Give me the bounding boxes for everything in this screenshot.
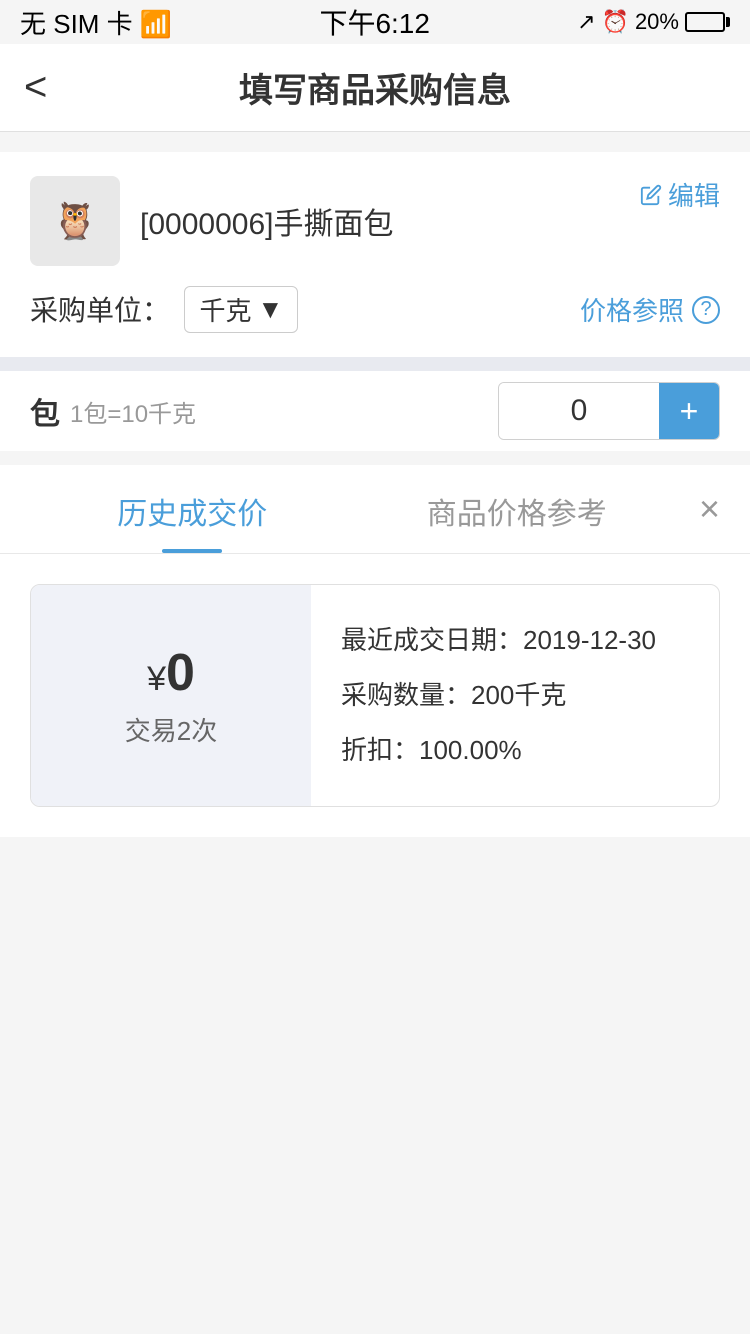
battery-percent: 20% (635, 9, 679, 35)
product-card: 🦉 [0000006]手撕面包 编辑 采购单位： 千克 ▼ 价格参照 ? (0, 152, 750, 357)
history-price-display: ¥0 (147, 643, 195, 703)
product-meta: 采购单位： 千克 ▼ 价格参照 ? (30, 286, 720, 333)
price-symbol: ¥ (147, 660, 166, 698)
alarm-icon: ⏰ (602, 9, 629, 35)
price-ref-button[interactable]: 价格参照 ? (580, 291, 720, 328)
product-header: 🦉 [0000006]手撕面包 编辑 (30, 176, 720, 266)
purchase-qty-value: 200千克 (471, 680, 566, 710)
battery-icon (685, 12, 730, 32)
history-price-section: ¥0 交易2次 (31, 585, 311, 806)
history-card: ¥0 交易2次 最近成交日期：2019-12-30 采购数量：200千克 折扣：… (30, 584, 720, 807)
status-left: 无 SIM 卡 📶 (20, 4, 172, 41)
price-ref-label: 价格参照 (580, 291, 684, 328)
nav-bar: < 填写商品采购信息 (0, 44, 750, 132)
qty-sub-label: 1包=10千克 (70, 394, 498, 429)
page-title: 填写商品采购信息 (239, 63, 511, 112)
product-left: 🦉 [0000006]手撕面包 (30, 176, 393, 266)
qty-input-group: + (498, 382, 720, 440)
unit-value: 千克 (199, 291, 251, 328)
product-name: [0000006]手撕面包 (140, 199, 393, 243)
purchase-qty-row: 采购数量：200千克 (341, 676, 689, 715)
qty-unit-label: 包 (30, 389, 60, 433)
unit-selector[interactable]: 千克 ▼ (184, 286, 298, 333)
status-right: ↗ ⏰ 20% (577, 9, 730, 35)
tab-product-label: 商品价格参考 (427, 498, 607, 531)
qty-plus-button[interactable]: + (659, 383, 719, 439)
edit-button[interactable]: 编辑 (640, 176, 720, 213)
recent-date-label: 最近成交日期： (341, 625, 523, 655)
tab-underline (162, 549, 222, 553)
back-button[interactable]: < (24, 65, 47, 110)
recent-date-value: 2019-12-30 (523, 625, 656, 655)
discount-value: 100.00% (419, 735, 522, 765)
quantity-row: 包 1包=10千克 + (0, 371, 750, 451)
qty-input[interactable] (499, 383, 659, 439)
product-thumbnail: 🦉 (30, 176, 120, 266)
tab-history-price[interactable]: 历史成交价 (30, 465, 354, 553)
purchase-qty-label: 采购数量： (341, 680, 471, 710)
status-bar: 无 SIM 卡 📶 下午6:12 ↗ ⏰ 20% (0, 0, 750, 44)
location-icon: ↗ (577, 9, 595, 35)
history-detail-section: 最近成交日期：2019-12-30 采购数量：200千克 折扣：100.00% (311, 585, 719, 806)
discount-label: 折扣： (341, 735, 419, 765)
price-value: 0 (166, 644, 195, 702)
tab-content: ¥0 交易2次 最近成交日期：2019-12-30 采购数量：200千克 折扣：… (0, 554, 750, 837)
tab-close-button[interactable]: × (679, 472, 720, 546)
tab-product-price[interactable]: 商品价格参考 (354, 465, 678, 553)
info-icon: ? (692, 296, 720, 324)
trade-count: 交易2次 (125, 711, 217, 748)
product-logo: 🦉 (53, 200, 98, 242)
tab-history-label: 历史成交价 (117, 498, 267, 531)
discount-row: 折扣：100.00% (341, 731, 689, 770)
recent-date-row: 最近成交日期：2019-12-30 (341, 621, 689, 660)
status-time: 下午6:12 (319, 2, 430, 42)
tabs-header: 历史成交价 商品价格参考 × (0, 465, 750, 554)
tabs-section: 历史成交价 商品价格参考 × ¥0 交易2次 最近成交日期：2019-12-30… (0, 465, 750, 837)
unit-section: 采购单位： 千克 ▼ (30, 286, 298, 333)
edit-icon (640, 184, 662, 206)
chevron-down-icon: ▼ (257, 294, 283, 325)
unit-label: 采购单位： (30, 295, 170, 326)
section-divider (0, 357, 750, 371)
edit-label: 编辑 (668, 176, 720, 213)
